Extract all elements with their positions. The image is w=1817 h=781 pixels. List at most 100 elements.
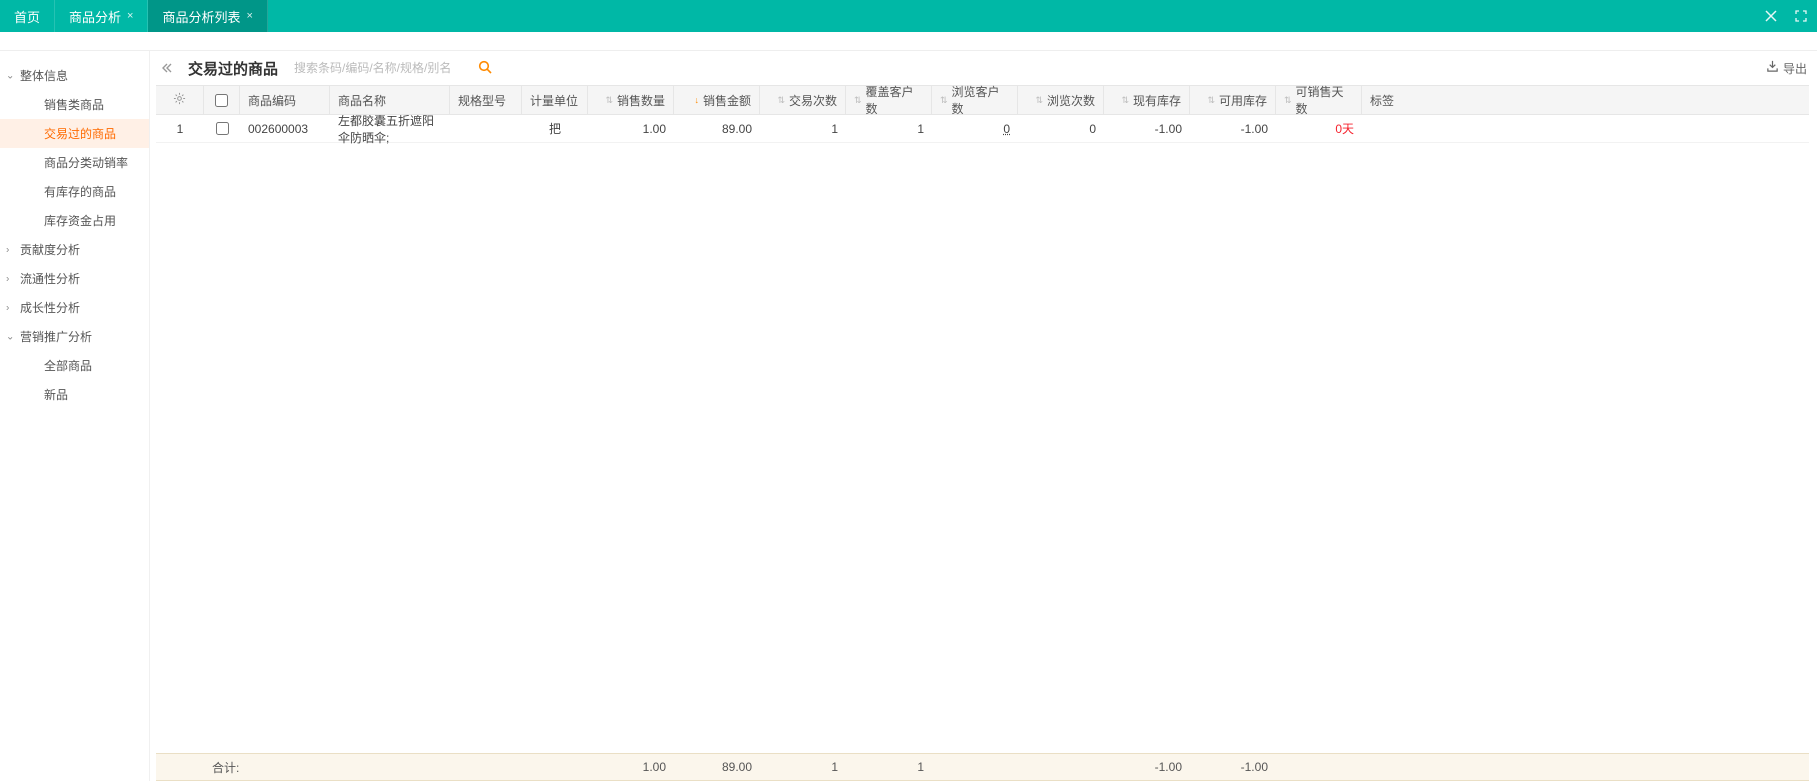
th-gear[interactable] — [156, 86, 204, 114]
th-txn[interactable]: 交易次数 — [760, 86, 846, 114]
tf-amt: 89.00 — [674, 754, 760, 780]
sidebar-collapse-button[interactable] — [156, 58, 176, 78]
side-group-overall: ⌄ 整体信息 销售类商品 交易过的商品 商品分类动销率 有库存的商品 库存资金占… — [0, 61, 149, 235]
side-group-circulation: › 流通性分析 — [0, 264, 149, 293]
vcust-link[interactable]: 0 — [1003, 122, 1010, 136]
th-avail[interactable]: 可用库存 — [1190, 86, 1276, 114]
side-group-label: 营销推广分析 — [20, 328, 92, 345]
search-wrap — [294, 56, 492, 80]
th-label: 现有库存 — [1133, 92, 1181, 109]
select-all-checkbox[interactable] — [215, 94, 228, 107]
content-header: 交易过的商品 导出 — [156, 51, 1817, 85]
tf-spacer — [156, 754, 204, 780]
chevron-right-icon: › — [6, 273, 9, 284]
side-group-title-circulation[interactable]: › 流通性分析 — [0, 264, 149, 293]
sidebar-item-stocked-products[interactable]: 有库存的商品 — [0, 177, 149, 206]
tf-vcust — [932, 754, 1018, 780]
gear-icon — [173, 92, 186, 108]
th-cust[interactable]: 覆盖客户数 — [846, 86, 932, 114]
th-name[interactable]: 商品名称 — [330, 86, 450, 114]
content: 交易过的商品 导出 — [150, 51, 1817, 781]
close-icon[interactable]: × — [246, 10, 252, 22]
side-group-label: 成长性分析 — [20, 299, 80, 316]
td-stock: -1.00 — [1104, 115, 1190, 142]
td-unit: 把 — [522, 115, 588, 142]
search-input[interactable] — [294, 56, 474, 80]
sidebar-item-new-products[interactable]: 新品 — [0, 380, 149, 409]
td-tag — [1362, 115, 1809, 142]
sidebar-item-sales-products[interactable]: 销售类商品 — [0, 90, 149, 119]
sidebar-item-traded-products[interactable]: 交易过的商品 — [0, 119, 149, 148]
tab-label: 商品分析 — [69, 7, 121, 26]
tf-tag — [1362, 754, 1809, 780]
row-checkbox[interactable] — [216, 122, 229, 135]
side-group-title-growth[interactable]: › 成长性分析 — [0, 293, 149, 322]
td-checkbox[interactable] — [204, 115, 240, 142]
tf-label: 合计: — [204, 754, 330, 780]
th-label: 交易次数 — [789, 92, 837, 109]
side-group-contribution: › 贡献度分析 — [0, 235, 149, 264]
side-group-growth: › 成长性分析 — [0, 293, 149, 322]
tf-qty: 1.00 — [588, 754, 674, 780]
side-group-title-marketing[interactable]: ⌄ 营销推广分析 — [0, 322, 149, 351]
th-checkbox[interactable] — [204, 86, 240, 114]
side-group-label: 流通性分析 — [20, 270, 80, 287]
tab-label: 商品分析列表 — [162, 7, 240, 26]
th-stock[interactable]: 现有库存 — [1104, 86, 1190, 114]
close-all-icon[interactable] — [1761, 6, 1781, 26]
page-title: 交易过的商品 — [188, 58, 278, 79]
td-qty: 1.00 — [588, 115, 674, 142]
th-days[interactable]: 可销售天数 — [1276, 86, 1362, 114]
app-root: 首页 商品分析 × 商品分析列表 × ⌄ 整体信息 — [0, 0, 1817, 781]
th-views[interactable]: 浏览次数 — [1018, 86, 1104, 114]
th-unit[interactable]: 计量单位 — [522, 86, 588, 114]
th-vcust[interactable]: 浏览客户数 — [932, 86, 1018, 114]
close-icon[interactable]: × — [127, 10, 133, 22]
sidebar-item-all-products[interactable]: 全部商品 — [0, 351, 149, 380]
spacer — [0, 32, 1817, 50]
td-txn: 1 — [760, 115, 846, 142]
tf-avail: -1.00 — [1190, 754, 1276, 780]
td-amt: 89.00 — [674, 115, 760, 142]
table-row[interactable]: 1 002600003 左都胶囊五折遮阳伞防晒伞; 把 1.00 89.00 1… — [156, 115, 1809, 143]
td-code: 002600003 — [240, 115, 330, 142]
table-body: 1 002600003 左都胶囊五折遮阳伞防晒伞; 把 1.00 89.00 1… — [156, 115, 1809, 753]
tab-product-analysis[interactable]: 商品分析 × — [55, 0, 148, 32]
side-group-label: 贡献度分析 — [20, 241, 80, 258]
th-code[interactable]: 商品编码 — [240, 86, 330, 114]
th-spec[interactable]: 规格型号 — [450, 86, 522, 114]
side-group-title-overall[interactable]: ⌄ 整体信息 — [0, 61, 149, 90]
tab-product-analysis-list[interactable]: 商品分析列表 × — [148, 0, 267, 32]
th-qty[interactable]: 销售数量 — [588, 86, 674, 114]
td-vcust[interactable]: 0 — [932, 115, 1018, 142]
table-header: 商品编码 商品名称 规格型号 计量单位 销售数量 销售金额 交易次数 覆盖客户数… — [156, 85, 1809, 115]
th-label: 可销售天数 — [1296, 83, 1353, 117]
data-table: 商品编码 商品名称 规格型号 计量单位 销售数量 销售金额 交易次数 覆盖客户数… — [156, 85, 1809, 781]
tab-label: 首页 — [14, 7, 40, 26]
sidebar-item-inventory-capital[interactable]: 库存资金占用 — [0, 206, 149, 235]
days-value: 0天 — [1335, 120, 1354, 137]
chevron-down-icon: ⌄ — [6, 331, 14, 342]
sidebar-item-category-turnover[interactable]: 商品分类动销率 — [0, 148, 149, 177]
th-amt[interactable]: 销售金额 — [674, 86, 760, 114]
th-label: 覆盖客户数 — [866, 83, 923, 117]
tf-days — [1276, 754, 1362, 780]
tf-views — [1018, 754, 1104, 780]
tf-unit — [522, 754, 588, 780]
th-tag[interactable]: 标签 — [1362, 86, 1809, 114]
chevron-right-icon: › — [6, 302, 9, 313]
th-label: 浏览次数 — [1047, 92, 1095, 109]
side-group-label: 整体信息 — [20, 67, 68, 84]
tab-home[interactable]: 首页 — [0, 0, 55, 32]
td-cust: 1 — [846, 115, 932, 142]
tf-txn: 1 — [760, 754, 846, 780]
th-label: 浏览客户数 — [952, 83, 1009, 117]
fullscreen-icon[interactable] — [1791, 6, 1811, 26]
export-button[interactable]: 导出 — [1766, 60, 1807, 77]
td-name: 左都胶囊五折遮阳伞防晒伞; — [330, 115, 450, 142]
search-icon[interactable] — [478, 60, 492, 77]
side-group-title-contribution[interactable]: › 贡献度分析 — [0, 235, 149, 264]
td-avail: -1.00 — [1190, 115, 1276, 142]
tf-stock: -1.00 — [1104, 754, 1190, 780]
th-label: 可用库存 — [1219, 92, 1267, 109]
